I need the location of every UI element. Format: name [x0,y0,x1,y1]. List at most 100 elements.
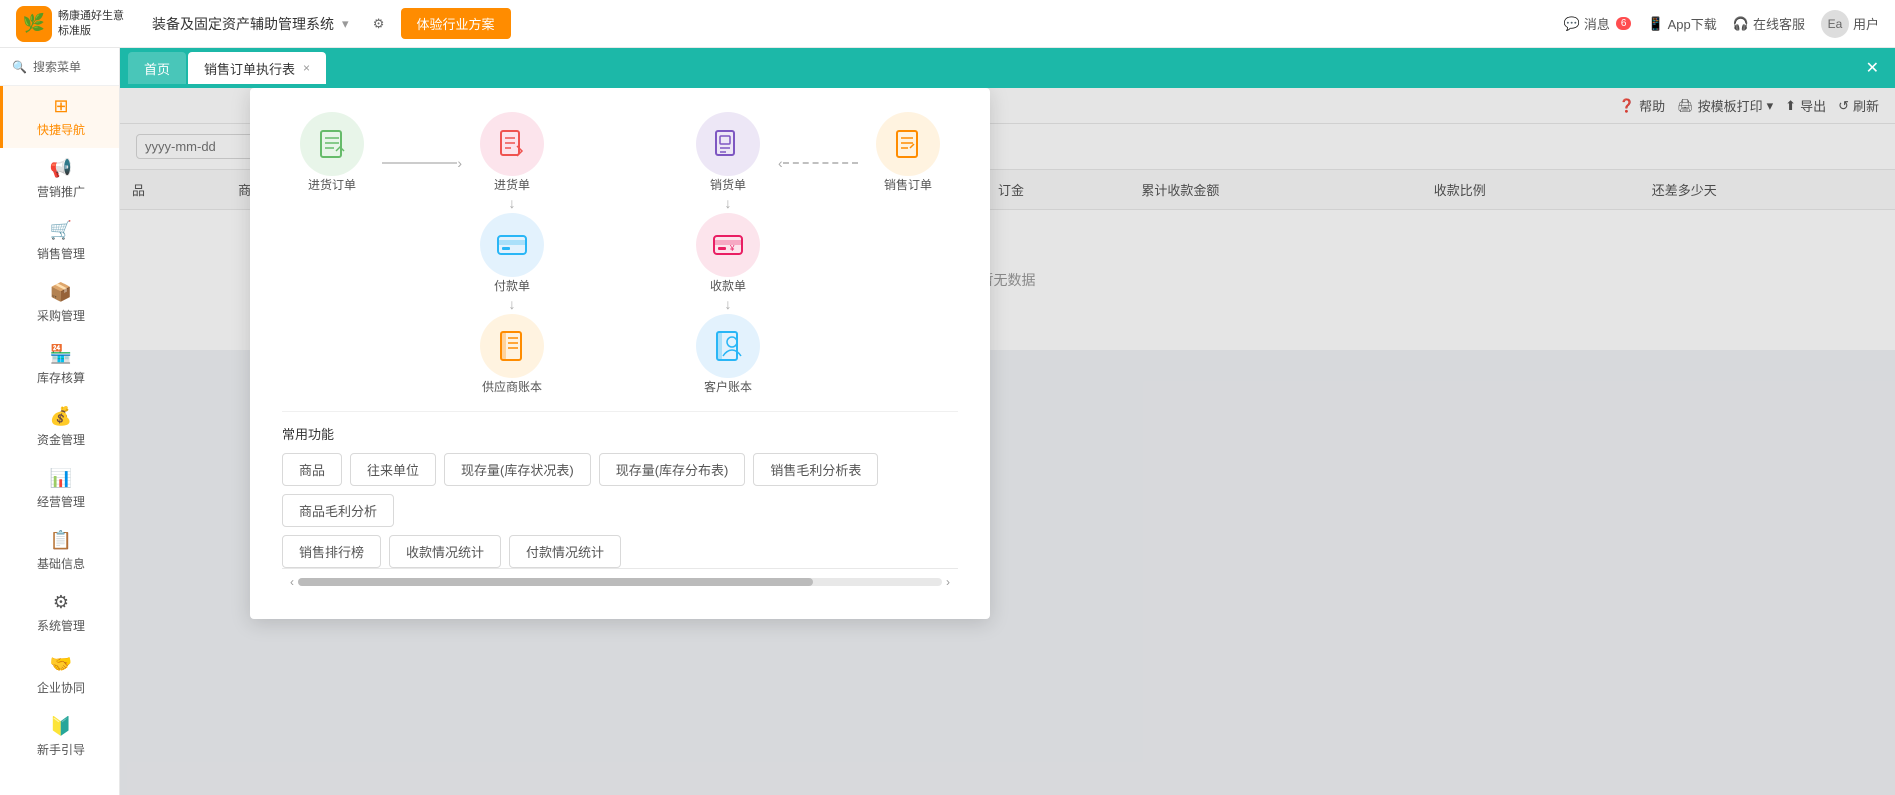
sales-icon: 🛒 [50,220,72,241]
tab-sales-order[interactable]: 销售订单执行表 × [188,52,326,84]
scroll-track[interactable] [298,578,942,586]
payment-down: ↓ 供应商账本 [462,294,562,395]
basic-info-icon: 📋 [50,530,72,551]
supplier-ledger-circle[interactable] [480,314,544,378]
page-content: ❓ 帮助 🖨 按模板打印 ▾ ⬆ 导出 ↺ 刷新 [120,88,1895,795]
common-functions: 常用功能 商品 往来单位 现存量(库存状况表) 现存量(库存分布表) 销售毛利分… [282,411,958,568]
avatar: Ea [1821,10,1849,38]
phone-icon: 📱 [1647,16,1663,32]
btn-sales-rank[interactable]: 销售排行榜 [282,535,381,568]
message-icon: 💬 [1564,16,1580,32]
search-menu[interactable]: 🔍 搜索菜单 [0,48,119,86]
tab-bar-right: ✕ [1858,54,1887,82]
message-badge: 6 [1616,17,1632,30]
inventory-icon: 🏪 [50,344,72,365]
title-arrow-icon: ▾ [342,16,349,32]
sidebar-item-sales[interactable]: 🛒 销售管理 [0,210,119,272]
connector-h-2: ‹ [778,155,858,171]
scrollbar-area: ‹ › [282,568,958,595]
logo-area: 🌿 畅康通好生意 标准版 [16,6,136,42]
purchase-slip-down: ↓ 付款单 [462,193,562,294]
receipt-slip-label: 收款单 [710,277,746,294]
system-title: 装备及固定资产辅助管理系统 [152,14,334,34]
system-icon: ⚙ [53,592,69,613]
system-title-area: 装备及固定资产辅助管理系统 ▾ ⚙ 体验行业方案 [136,8,1564,39]
sidebar-item-marketing[interactable]: 📢 营销推广 [0,148,119,210]
node-sales-order[interactable]: 销售订单 [858,112,958,193]
modal-overlay[interactable]: 进货订单 › [120,88,1895,795]
node-sales-slip[interactable]: 销货单 [678,112,778,193]
flow-row-2: ↓ 付款单 [282,193,958,294]
purchase-slip-circle[interactable] [480,112,544,176]
scroll-thumb [298,578,813,586]
customer-ledger-label: 客户账本 [704,378,752,395]
btn-sales-profit[interactable]: 销售毛利分析表 [753,453,878,486]
btn-goods[interactable]: 商品 [282,453,342,486]
sidebar: 🔍 搜索菜单 ⊞ 快捷导航 📢 营销推广 🛒 销售管理 📦 采购管理 🏪 库存核… [0,48,120,795]
marketing-icon: 📢 [50,158,72,179]
message-action[interactable]: 💬 消息 6 [1564,14,1632,33]
logo-icon: 🌿 [16,6,52,42]
sidebar-item-system[interactable]: ⚙ 系统管理 [0,582,119,644]
app-download-action[interactable]: 📱 App下载 [1647,14,1716,33]
receipt-down: ↓ 客户账本 [678,294,778,395]
enterprise-icon: 🤝 [50,654,72,675]
sidebar-item-inventory[interactable]: 🏪 库存核算 [0,334,119,396]
scroll-right-icon[interactable]: › [946,575,950,589]
btn-goods-profit[interactable]: 商品毛利分析 [282,494,394,527]
sidebar-item-enterprise[interactable]: 🤝 企业协同 [0,644,119,706]
flow-modal: 进货订单 › [250,88,990,619]
purchase-slip-label: 进货单 [494,176,530,193]
operations-icon: 📊 [50,468,72,489]
settings-icon[interactable]: ⚙ [365,10,393,38]
payment-slip-circle[interactable] [480,213,544,277]
btn-stock-status[interactable]: 现存量(库存状况表) [444,453,591,486]
logo-text: 畅康通好生意 标准版 [58,9,124,38]
node-purchase-slip[interactable]: 进货单 [462,112,562,193]
sales-slip-label: 销货单 [710,176,746,193]
sales-order-label: 销售订单 [884,176,932,193]
sidebar-item-purchase[interactable]: 📦 采购管理 [0,272,119,334]
content-area: 首页 销售订单执行表 × ✕ ❓ 帮助 🖨 [120,48,1895,795]
online-service-action[interactable]: 🎧 在线客服 [1733,14,1805,33]
user-action[interactable]: Ea 用户 [1821,10,1879,38]
guide-icon: 🔰 [50,716,72,737]
scroll-left-icon[interactable]: ‹ [290,575,294,589]
svg-text:¥: ¥ [729,244,735,253]
header-right: 💬 消息 6 📱 App下载 🎧 在线客服 Ea 用户 [1564,10,1879,38]
sales-order-tab-label: 销售订单执行表 [204,59,295,78]
main-layout: 🔍 搜索菜单 ⊞ 快捷导航 📢 营销推广 🛒 销售管理 📦 采购管理 🏪 库存核… [0,48,1895,795]
receipt-slip-circle[interactable]: ¥ [696,213,760,277]
sales-slip-circle[interactable] [696,112,760,176]
sales-slip-down: ↓ ¥ 收款单 [678,193,778,294]
flow-row-3: ↓ 供应商账本 [282,294,958,395]
common-btns-row-2: 销售排行榜 收款情况统计 付款情况统计 [282,535,958,568]
modal-body: 进货订单 › [250,88,990,619]
sidebar-item-operations[interactable]: 📊 经营管理 [0,458,119,520]
sidebar-item-quick-nav[interactable]: ⊞ 快捷导航 [0,86,119,148]
sales-order-circle[interactable] [876,112,940,176]
sidebar-item-finance[interactable]: 💰 资金管理 [0,396,119,458]
purchase-order-circle[interactable] [300,112,364,176]
experience-btn[interactable]: 体验行业方案 [401,8,511,39]
common-btns-row-1: 商品 往来单位 现存量(库存状况表) 现存量(库存分布表) 销售毛利分析表 商品… [282,453,958,527]
customer-ledger-circle[interactable] [696,314,760,378]
supplier-ledger-label: 供应商账本 [482,378,542,395]
common-title: 常用功能 [282,424,958,443]
node-purchase-order[interactable]: 进货订单 [282,112,382,193]
close-all-tabs-icon[interactable]: ✕ [1858,54,1887,82]
purchase-order-label: 进货订单 [308,176,356,193]
sidebar-item-guide[interactable]: 🔰 新手引导 [0,706,119,768]
sidebar-item-basic-info[interactable]: 📋 基础信息 [0,520,119,582]
connector-h-1: › [382,155,462,171]
btn-payment-stats[interactable]: 付款情况统计 [509,535,621,568]
down-arrow-purchase: ↓ [509,193,516,213]
down-arrow-payment: ↓ [509,294,516,314]
purchase-icon: 📦 [50,282,72,303]
btn-receipt-stats[interactable]: 收款情况统计 [389,535,501,568]
btn-contacts[interactable]: 往来单位 [350,453,436,486]
btn-stock-dist[interactable]: 现存量(库存分布表) [599,453,746,486]
tab-home[interactable]: 首页 [128,52,186,84]
tab-close-icon[interactable]: × [303,61,310,75]
down-arrow-receipt: ↓ [725,294,732,314]
